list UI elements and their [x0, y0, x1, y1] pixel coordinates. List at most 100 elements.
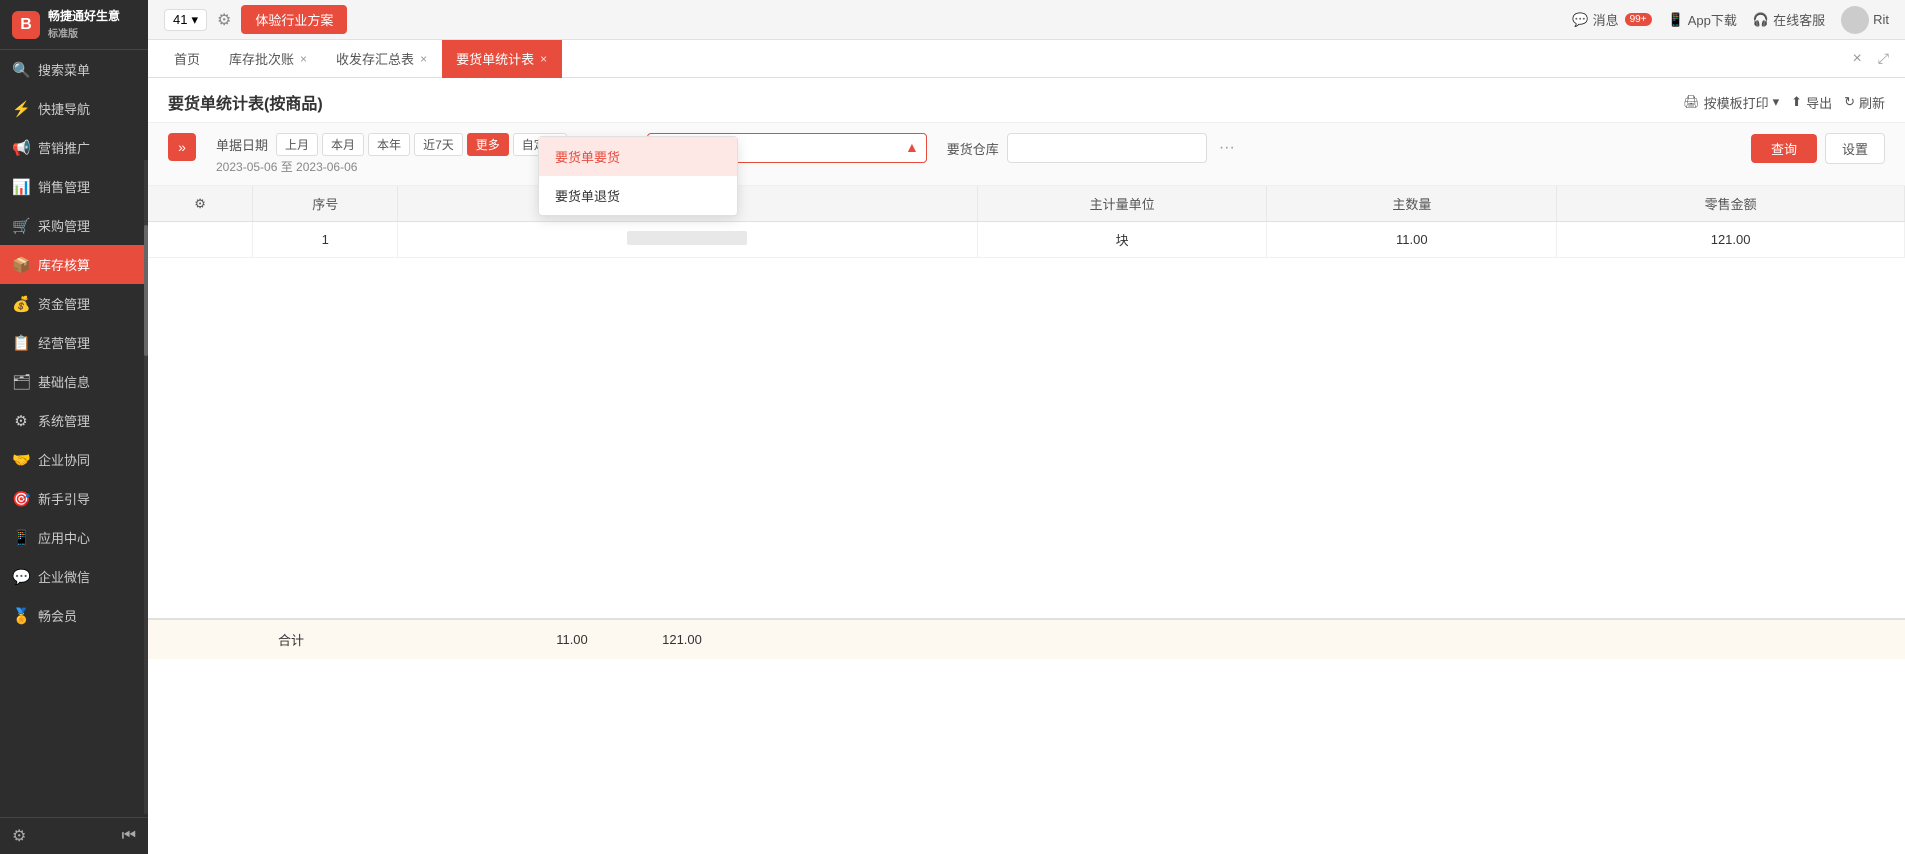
sidebar-item-app-center[interactable]: 📱 应用中心	[0, 518, 148, 557]
dropdown-item-label: 要货单退货	[555, 189, 620, 204]
user-avatar-group[interactable]: Rit	[1841, 6, 1889, 34]
trial-button[interactable]: 体验行业方案	[241, 5, 347, 34]
topbar-left: 41 ▾ ⚙ 体验行业方案	[164, 5, 347, 34]
sidebar-item-label: 快捷导航	[38, 99, 90, 118]
row-amount-cell: 121.00	[1557, 222, 1905, 258]
enterprise-name: 41	[173, 12, 187, 27]
collapse-icon[interactable]: ⏮	[122, 827, 136, 845]
tab-receivables-summary[interactable]: 收发存汇总表 ×	[322, 40, 442, 78]
sidebar-item-basic-info[interactable]: 🗂 基础信息	[0, 362, 148, 401]
enterprise-select[interactable]: 41 ▾	[164, 9, 207, 31]
warehouse-filter-input[interactable]	[1007, 133, 1207, 163]
sidebar-item-label: 资金管理	[38, 294, 90, 313]
sidebar-item-new-guide[interactable]: 🎯 新手引导	[0, 479, 148, 518]
tab-requisition-stats[interactable]: 要货单统计表 ×	[442, 40, 562, 78]
more-dates-btn[interactable]: 更多	[467, 133, 509, 156]
sidebar-item-members[interactable]: 🏅 畅会员	[0, 596, 148, 635]
query-button[interactable]: 查询	[1751, 134, 1817, 163]
messages-label: 消息	[1593, 10, 1619, 29]
page-header: 要货单统计表(按商品) 🖨 按模板打印 ▾ ⬆ 导出 ↻ 刷新	[148, 78, 1905, 123]
close-all-tabs-icon[interactable]: ×	[1844, 50, 1869, 68]
app-version: 标准版	[48, 25, 120, 40]
refresh-button[interactable]: ↻ 刷新	[1844, 93, 1885, 112]
message-icon: 💬	[1572, 12, 1588, 28]
search-icon: 🔍	[12, 61, 30, 79]
sidebar-item-label: 营销推广	[38, 138, 90, 157]
filter-actions: 查询 设置	[1751, 133, 1885, 164]
sidebar-item-marketing[interactable]: 📢 营销推广	[0, 128, 148, 167]
table-header-row: ⚙ 序号 商品 主计量单位 主数量 零售金额	[148, 186, 1905, 222]
settings-icon[interactable]: ⚙	[12, 826, 26, 846]
app-center-icon: 📱	[12, 529, 30, 547]
sidebar-item-label: 新手引导	[38, 489, 90, 508]
system-icon: ⚙	[12, 412, 30, 430]
col-header-settings[interactable]: ⚙	[148, 186, 253, 222]
sidebar-item-system[interactable]: ⚙ 系统管理	[0, 401, 148, 440]
tab-close-icon[interactable]: ×	[420, 52, 427, 66]
sidebar: B 畅捷通好生意 标准版 🔍 搜索菜单 ⚡ 快捷导航 📢 营销推广 📊 销售管理…	[0, 0, 148, 854]
tabbar: 首页 库存批次账 × 收发存汇总表 × 要货单统计表 × × ⤢	[148, 40, 1905, 78]
sidebar-item-label: 企业协同	[38, 450, 90, 469]
dropdown-item-requisition-order[interactable]: 要货单要货	[539, 137, 737, 176]
last-month-btn[interactable]: 上月	[276, 133, 318, 156]
tab-label: 收发存汇总表	[336, 49, 414, 68]
goods-placeholder	[627, 231, 747, 245]
sidebar-item-search[interactable]: 🔍 搜索菜单	[0, 50, 148, 89]
tab-inventory-batch[interactable]: 库存批次账 ×	[215, 40, 322, 78]
data-table: ⚙ 序号 商品 主计量单位 主数量 零售金额 1	[148, 186, 1905, 258]
headset-icon: 🎧	[1753, 12, 1769, 28]
sidebar-item-label: 应用中心	[38, 528, 90, 547]
sidebar-item-label: 畅会员	[38, 606, 77, 625]
col-header-qty: 主数量	[1267, 186, 1557, 222]
this-month-btn[interactable]: 本月	[322, 133, 364, 156]
filter-toggle-btn[interactable]: »	[168, 133, 196, 161]
tab-home[interactable]: 首页	[160, 40, 215, 78]
sidebar-item-label: 采购管理	[38, 216, 90, 235]
tab-close-icon[interactable]: ×	[300, 52, 307, 66]
sidebar-item-label: 企业微信	[38, 567, 90, 586]
online-service-group[interactable]: 🎧 在线客服	[1753, 10, 1825, 29]
sidebar-item-operations[interactable]: 📋 经营管理	[0, 323, 148, 362]
messages-badge: 99+	[1625, 13, 1652, 26]
sidebar-item-finance[interactable]: 💰 资金管理	[0, 284, 148, 323]
empty-space	[148, 258, 1905, 618]
topbar: 41 ▾ ⚙ 体验行业方案 💬 消息 99+ 📱 App下载 🎧 在线客服	[148, 0, 1905, 40]
sidebar-item-inventory[interactable]: 📦 库存核算	[0, 245, 148, 284]
export-button[interactable]: ⬆ 导出	[1791, 93, 1832, 112]
type-chevron-up-icon: ▲	[905, 139, 919, 155]
filter-date-group: 单据日期 上月 本月 本年 近7天 更多 自定义 2023-05-06 至 20…	[216, 133, 567, 175]
this-year-btn[interactable]: 本年	[368, 133, 410, 156]
online-service-label: 在线客服	[1773, 10, 1825, 29]
table-settings-icon[interactable]: ⚙	[194, 196, 206, 211]
dropdown-item-requisition-return[interactable]: 要货单退货	[539, 176, 737, 215]
sidebar-item-enterprise-wechat[interactable]: 💬 企业微信	[0, 557, 148, 596]
settings-gear-icon[interactable]: ⚙	[217, 10, 231, 30]
sidebar-item-sales[interactable]: 📊 销售管理	[0, 167, 148, 206]
print-button[interactable]: 🖨 按模板打印 ▾	[1683, 93, 1779, 112]
table-footer: 合计 11.00 121.00	[148, 618, 1905, 659]
row-goods-cell	[398, 222, 978, 258]
export-icon: ⬆	[1791, 94, 1802, 110]
expand-tabs-icon[interactable]: ⤢	[1874, 50, 1893, 67]
tab-home-label: 首页	[174, 49, 200, 68]
user-name: Rit	[1873, 12, 1889, 27]
logo-icon: B	[12, 11, 40, 39]
last-7-days-btn[interactable]: 近7天	[414, 133, 463, 156]
sidebar-item-label: 库存核算	[38, 255, 90, 274]
filter-settings-button[interactable]: 设置	[1825, 133, 1885, 164]
date-quick-buttons: 上月 本月 本年 近7天 更多 自定义	[276, 133, 567, 156]
tab-close-icon[interactable]: ×	[540, 52, 547, 66]
sidebar-item-enterprise-collab[interactable]: 🤝 企业协同	[0, 440, 148, 479]
inventory-icon: 📦	[12, 256, 30, 274]
print-chevron-icon: ▾	[1773, 94, 1780, 110]
filter-more-icon[interactable]: ···	[1215, 139, 1239, 157]
sidebar-item-purchase[interactable]: 🛒 采购管理	[0, 206, 148, 245]
app-download-group[interactable]: 📱 App下载	[1668, 10, 1737, 29]
sidebar-item-quick-nav[interactable]: ⚡ 快捷导航	[0, 89, 148, 128]
footer-label: 合计	[160, 630, 422, 649]
date-filter-label: 单据日期	[216, 135, 268, 154]
type-dropdown: 要货单要货 要货单退货	[538, 136, 738, 216]
messages-group[interactable]: 💬 消息 99+	[1572, 10, 1651, 29]
print-icon: 🖨	[1683, 94, 1700, 110]
phone-icon: 📱	[1668, 12, 1684, 28]
